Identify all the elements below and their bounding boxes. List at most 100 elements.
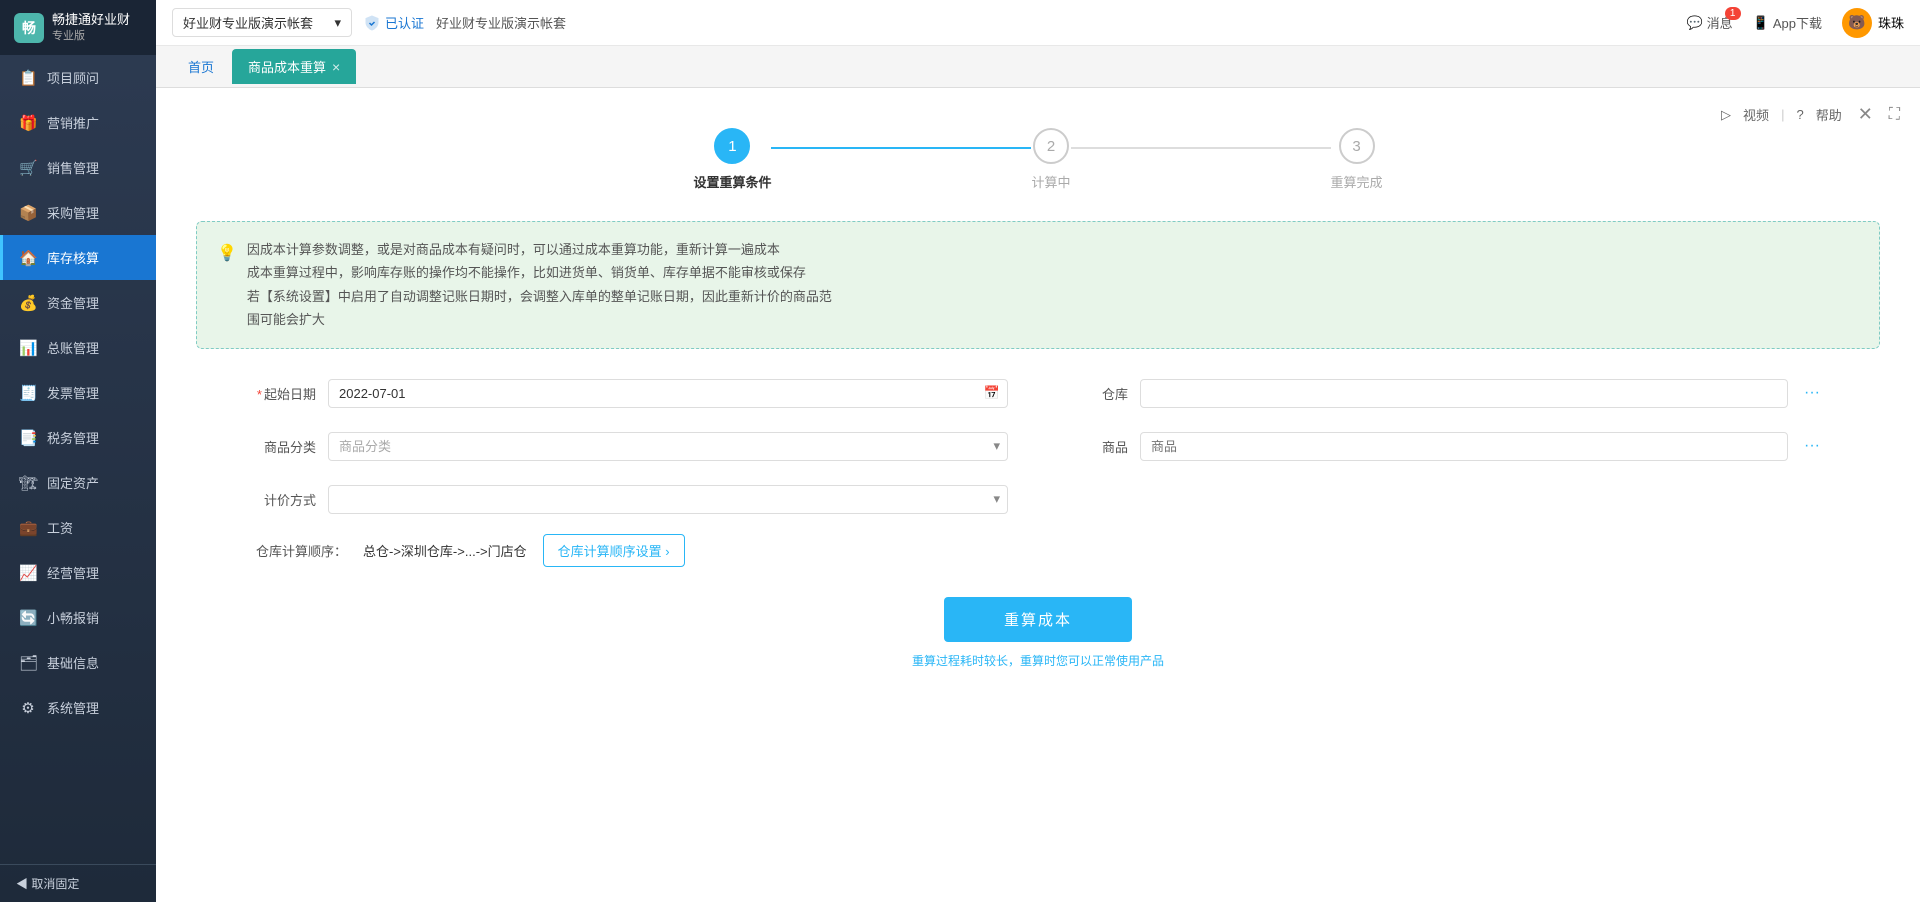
calendar-icon[interactable]: 📅 (984, 385, 1000, 401)
app-download-button[interactable]: 📱 App下载 (1753, 13, 1822, 32)
message-badge: 1 (1725, 7, 1741, 20)
product-row: 商品 ··· (1068, 432, 1820, 461)
price-method-row: 计价方式 ▾ (256, 485, 1008, 514)
sidebar-item-operations[interactable]: 📈 经营管理 (0, 550, 156, 595)
sidebar-item-assets[interactable]: 🏗 固定资产 (0, 460, 156, 505)
message-button[interactable]: 💬 消息 1 (1686, 13, 1732, 32)
help-link[interactable]: 帮助 (1816, 105, 1842, 124)
marketing-icon: 🎁 (19, 114, 37, 132)
sidebar-item-label: 发票管理 (47, 383, 99, 402)
sidebar-item-label: 总账管理 (47, 338, 99, 357)
recalc-hint: 重算过程耗时较长，重算时您可以正常使用产品 (912, 652, 1164, 669)
video-link[interactable]: 视频 (1743, 105, 1769, 124)
close-button[interactable]: ✕ (1858, 104, 1873, 125)
sidebar-item-accounting[interactable]: 📊 总账管理 (0, 325, 156, 370)
finance-icon: 💰 (19, 294, 37, 312)
category-label: 商品分类 (256, 437, 316, 456)
tab-cost-recalc[interactable]: 商品成本重算 × (232, 49, 356, 84)
page-content: ▷ 视频 | ? 帮助 ✕ ⛶ 1 设置重算条件 2 计算中 3 重算完 (156, 88, 1920, 902)
step-3-circle: 3 (1339, 128, 1375, 164)
sidebar-item-purchase[interactable]: 📦 采购管理 (0, 190, 156, 235)
verified-badge: 已认证 (364, 13, 424, 32)
warehouse-input[interactable] (1140, 379, 1788, 408)
warehouse-order-settings-button[interactable]: 仓库计算顺序设置 › (543, 534, 685, 567)
video-help-links: ▷ 视频 | ? 帮助 (1721, 105, 1842, 124)
user-avatar: 🐻 (1842, 8, 1872, 38)
sidebar-item-expense[interactable]: 🔄 小畅报销 (0, 595, 156, 640)
category-select[interactable]: 商品分类 (328, 432, 1008, 461)
info-line-3: 若【系统设置】中启用了自动调整记账日期时，会调整入库单的整单记账日期，因此重新计… (247, 285, 832, 308)
cost-recalc-tab-label: 商品成本重算 (248, 57, 326, 76)
tab-home[interactable]: 首页 (172, 49, 230, 84)
sidebar-item-basic[interactable]: 🗂 基础信息 (0, 640, 156, 685)
topbar: 好业财专业版演示帐套 ▾ 已认证 好业财专业版演示帐套 💬 消息 1 📱 App… (156, 0, 1920, 46)
form-grid: *起始日期 📅 仓库 ··· 商品分类 商品分类 (256, 379, 1820, 514)
company-name: 好业财专业版演示帐套 (436, 13, 566, 32)
product-more-button[interactable]: ··· (1804, 437, 1820, 455)
sidebar-item-label: 营销推广 (47, 113, 99, 132)
sidebar-item-label: 小畅报销 (47, 608, 99, 627)
sidebar-item-label: 固定资产 (47, 473, 99, 492)
warehouse-order-btn-label: 仓库计算顺序设置 › (558, 541, 670, 560)
play-icon: ▷ (1721, 107, 1731, 123)
step-2-label: 计算中 (1031, 172, 1070, 191)
topbar-right: 💬 消息 1 📱 App下载 🐻 珠珠 (1686, 8, 1904, 38)
warehouse-order-row: 仓库计算顺序： 总仓->深圳仓库->...->门店仓 仓库计算顺序设置 › (256, 534, 1820, 567)
system-icon: ⚙ (19, 699, 37, 717)
step-3-label: 重算完成 (1331, 172, 1383, 191)
sidebar: 畅 畅捷通好业财 专业版 📋 项目顾问 🎁 营销推广 🛒 销售管理 📦 采购管理… (0, 0, 156, 902)
step-line-1-2 (771, 147, 1031, 149)
main-area: 好业财专业版演示帐套 ▾ 已认证 好业财专业版演示帐套 💬 消息 1 📱 App… (156, 0, 1920, 902)
sidebar-item-label: 系统管理 (47, 698, 99, 717)
accounting-icon: 📊 (19, 339, 37, 357)
start-date-input-wrapper: 📅 (328, 379, 1008, 408)
start-date-label: *起始日期 (256, 384, 316, 403)
sidebar-item-marketing[interactable]: 🎁 营销推广 (0, 100, 156, 145)
sidebar-nav: 📋 项目顾问 🎁 营销推广 🛒 销售管理 📦 采购管理 🏠 库存核算 💰 资金管… (0, 55, 156, 864)
sidebar-item-label: 采购管理 (47, 203, 99, 222)
recalc-btn-label: 重算成本 (1004, 612, 1072, 629)
sidebar-item-invoice[interactable]: 🧾 发票管理 (0, 370, 156, 415)
product-input[interactable] (1140, 432, 1788, 461)
sidebar-item-salary[interactable]: 💼 工资 (0, 505, 156, 550)
start-date-input[interactable] (328, 379, 1008, 408)
start-date-row: *起始日期 📅 (256, 379, 1008, 408)
sidebar-item-label: 销售管理 (47, 158, 99, 177)
project-icon: 📋 (19, 69, 37, 87)
sidebar-pin-toggle[interactable]: ◀ 取消固定 (0, 864, 156, 902)
logo-title: 畅捷通好业财 (52, 12, 130, 29)
content-header-actions: ▷ 视频 | ? 帮助 ✕ ⛶ (1721, 104, 1900, 125)
warehouse-more-button[interactable]: ··· (1804, 384, 1820, 402)
step-2: 2 计算中 (1031, 128, 1070, 191)
expand-icon[interactable]: ⛶ (1889, 106, 1900, 124)
sidebar-item-label: 税务管理 (47, 428, 99, 447)
info-line-2: 成本重算过程中，影响库存账的操作均不能操作，比如进货单、销货单、库存单据不能审核… (247, 261, 832, 284)
user-menu[interactable]: 🐻 珠珠 (1842, 8, 1904, 38)
operations-icon: 📈 (19, 564, 37, 582)
logo-subtitle: 专业版 (52, 29, 130, 43)
question-icon: ? (1796, 107, 1803, 122)
sidebar-item-sales[interactable]: 🛒 销售管理 (0, 145, 156, 190)
warehouse-label: 仓库 (1068, 384, 1128, 403)
sidebar-item-project[interactable]: 📋 项目顾问 (0, 55, 156, 100)
sidebar-logo: 畅 畅捷通好业财 专业版 (0, 0, 156, 55)
message-icon: 💬 (1686, 15, 1702, 31)
sidebar-item-label: 库存核算 (47, 248, 99, 267)
sidebar-item-finance[interactable]: 💰 资金管理 (0, 280, 156, 325)
recalc-button[interactable]: 重算成本 (944, 597, 1132, 642)
assets-icon: 🏗 (19, 474, 37, 492)
sidebar-item-tax[interactable]: 📑 税务管理 (0, 415, 156, 460)
sidebar-item-label: 工资 (47, 518, 73, 537)
step-3: 3 重算完成 (1331, 128, 1383, 191)
info-line-4: 围可能会扩大 (247, 308, 832, 331)
price-method-select[interactable] (328, 485, 1008, 514)
recalc-section: 重算成本 重算过程耗时较长，重算时您可以正常使用产品 (196, 597, 1880, 669)
info-line-1: 因成本计算参数调整，或是对商品成本有疑问时，可以通过成本重算功能，重新计算一遍成… (247, 238, 832, 261)
company-selector[interactable]: 好业财专业版演示帐套 ▾ (172, 8, 352, 37)
sidebar-item-system[interactable]: ⚙ 系统管理 (0, 685, 156, 730)
sidebar-item-label: 基础信息 (47, 653, 99, 672)
company-select-arrow-icon: ▾ (334, 15, 341, 31)
step-1: 1 设置重算条件 (693, 128, 771, 191)
tab-close-icon[interactable]: × (332, 59, 340, 75)
sidebar-item-inventory[interactable]: 🏠 库存核算 (0, 235, 156, 280)
